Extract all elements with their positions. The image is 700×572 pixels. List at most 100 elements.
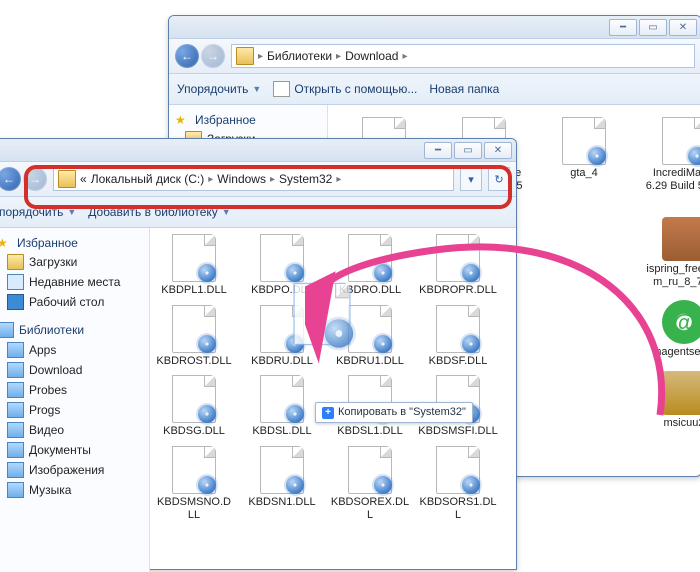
file-label: KBDSORS1.DLL bbox=[418, 496, 498, 521]
content-pane[interactable]: KBDPL1.DLLKBDPO.DLL KBDRO.DLL KBDROPR.DLL K… bbox=[150, 228, 516, 572]
toolbar-label: Добавить в библиотеку bbox=[88, 205, 218, 219]
file-item[interactable]: KBDRO.DLL bbox=[328, 232, 412, 299]
crumb[interactable]: Windows bbox=[217, 172, 266, 186]
add-to-library-button[interactable]: Добавить в библиотеку ▼ bbox=[88, 205, 230, 219]
back-button[interactable]: ← bbox=[0, 167, 21, 191]
file-label: KBDRO.DLL bbox=[339, 284, 401, 297]
chevron-right-icon: ▸ bbox=[402, 51, 407, 62]
breadcrumb[interactable]: ▸ Библиотеки ▸ Download ▸ bbox=[231, 44, 695, 68]
chevron-down-icon: ▼ bbox=[222, 207, 231, 217]
chevron-right-icon: ▸ bbox=[270, 174, 275, 185]
sidebar-label: Download bbox=[29, 363, 82, 377]
chevron-down-icon: ▼ bbox=[252, 84, 261, 94]
sidebar-label: Probes bbox=[29, 383, 67, 397]
sidebar-label: Недавние места bbox=[29, 275, 120, 289]
sidebar-label: Progs bbox=[29, 403, 60, 417]
nav-row: ← → « Локальный диск (C:) ▸ Windows ▸ Sy… bbox=[0, 162, 516, 197]
file-label: KBDSOREX.DLL bbox=[330, 496, 410, 521]
titlebar: ━ ▭ ✕ bbox=[169, 16, 700, 39]
star-icon: ★ bbox=[175, 113, 190, 127]
dll-icon bbox=[172, 446, 216, 494]
file-item[interactable]: ispring_free_cam_ru_8_7_0 bbox=[638, 215, 700, 290]
file-item[interactable]: KBDRU1.DLL bbox=[328, 303, 412, 370]
forward-button[interactable]: → bbox=[23, 167, 47, 191]
dll-icon bbox=[172, 375, 216, 423]
file-item[interactable]: magentsetup bbox=[638, 298, 700, 361]
close-button[interactable]: ✕ bbox=[669, 19, 697, 36]
file-item[interactable]: KBDROST.DLL bbox=[152, 303, 236, 370]
file-item[interactable]: KBDRU.DLL bbox=[240, 303, 324, 370]
file-item[interactable]: KBDSF.DLL bbox=[416, 303, 500, 370]
maximize-button[interactable]: ▭ bbox=[639, 19, 667, 36]
file-label: KBDSN1.DLL bbox=[248, 496, 315, 509]
dll-icon bbox=[260, 305, 304, 353]
file-label: KBDRU.DLL bbox=[251, 355, 313, 368]
sidebar-item[interactable]: Apps bbox=[0, 340, 145, 360]
dll-icon bbox=[436, 305, 480, 353]
crumb[interactable]: Локальный диск (C:) bbox=[91, 172, 205, 186]
library-icon bbox=[7, 362, 24, 378]
chevron-right-icon: ▸ bbox=[336, 174, 341, 185]
dll-icon bbox=[260, 234, 304, 282]
refresh-button[interactable]: ↻ bbox=[488, 167, 510, 191]
sidebar-item[interactable]: Изображения bbox=[0, 460, 145, 480]
library-icon bbox=[7, 402, 24, 418]
crumb[interactable]: System32 bbox=[279, 172, 332, 186]
dll-icon bbox=[260, 446, 304, 494]
organize-button[interactable]: порядочить ▼ bbox=[0, 205, 76, 219]
file-item[interactable]: KBDSG.DLL bbox=[152, 373, 236, 440]
breadcrumb[interactable]: « Локальный диск (C:) ▸ Windows ▸ System… bbox=[53, 167, 454, 191]
dll-icon bbox=[348, 446, 392, 494]
file-item[interactable]: KBDPO.DLL bbox=[240, 232, 324, 299]
file-label: KBDSL1.DLL bbox=[337, 425, 402, 438]
toolbar-label: порядочить bbox=[0, 205, 63, 219]
sidebar-item[interactable]: Progs bbox=[0, 400, 145, 420]
file-item[interactable]: KBDSOREX.DLL bbox=[328, 444, 412, 523]
back-button[interactable]: ← bbox=[175, 44, 199, 68]
sidebar-item[interactable]: Download bbox=[0, 360, 145, 380]
sidebar-item[interactable]: Видео bbox=[0, 420, 145, 440]
file-label: ispring_free_cam_ru_8_7_0 bbox=[644, 263, 700, 288]
sidebar-label: Избранное bbox=[17, 236, 78, 250]
sidebar-item-desktop[interactable]: Рабочий стол bbox=[0, 292, 145, 312]
minimize-button[interactable]: ━ bbox=[424, 142, 452, 159]
sidebar-item[interactable]: Документы bbox=[0, 440, 145, 460]
crumb[interactable]: Библиотеки bbox=[267, 49, 332, 63]
close-button[interactable]: ✕ bbox=[484, 142, 512, 159]
new-folder-button[interactable]: Новая папка bbox=[429, 82, 499, 96]
file-label: gta_4 bbox=[570, 167, 598, 180]
sidebar-favorites[interactable]: ★Избранное bbox=[0, 234, 145, 252]
sidebar-item-recent[interactable]: Недавние места bbox=[0, 272, 145, 292]
file-item[interactable]: KBDSL.DLL bbox=[240, 373, 324, 440]
file-item[interactable]: KBDROPR.DLL bbox=[416, 232, 500, 299]
sidebar-label: Рабочий стол bbox=[29, 295, 104, 309]
file-label: KBDROPR.DLL bbox=[419, 284, 497, 297]
chevron-right-icon: ▸ bbox=[336, 51, 341, 62]
library-icon bbox=[7, 382, 24, 398]
file-item[interactable]: IncrediMail 2 6.29 Build 5203 bbox=[638, 115, 700, 207]
sidebar-libraries[interactable]: Библиотеки bbox=[0, 320, 145, 340]
open-with-button[interactable]: Открыть с помощью... bbox=[273, 81, 417, 97]
app-icon bbox=[662, 371, 700, 415]
crumb[interactable]: Download bbox=[345, 49, 398, 63]
maximize-button[interactable]: ▭ bbox=[454, 142, 482, 159]
sidebar-label: Музыка bbox=[29, 483, 71, 497]
sidebar-label: Apps bbox=[29, 343, 56, 357]
file-item[interactable]: KBDSMSNO.DLL bbox=[152, 444, 236, 523]
file-item[interactable]: gta_4 bbox=[538, 115, 630, 207]
minimize-button[interactable]: ━ bbox=[609, 19, 637, 36]
file-item[interactable]: KBDSN1.DLL bbox=[240, 444, 324, 523]
organize-button[interactable]: Упорядочить ▼ bbox=[177, 82, 261, 96]
sidebar-item[interactable]: Probes bbox=[0, 380, 145, 400]
file-item[interactable]: KBDSORS1.DLL bbox=[416, 444, 500, 523]
sidebar-item-downloads[interactable]: Загрузки bbox=[0, 252, 145, 272]
file-item[interactable]: KBDPL1.DLL bbox=[152, 232, 236, 299]
forward-button[interactable]: → bbox=[201, 44, 225, 68]
history-dropdown[interactable]: ▾ bbox=[460, 167, 482, 191]
body: ★Избранное Загрузки Недавние места Рабоч… bbox=[0, 228, 516, 572]
file-item[interactable]: msicuu2 bbox=[638, 369, 700, 440]
sidebar-item[interactable]: Музыка bbox=[0, 480, 145, 500]
sidebar-label: Загрузки bbox=[29, 255, 77, 269]
sidebar-favorites[interactable]: ★ Избранное bbox=[173, 111, 323, 129]
chevron-right-icon: ▸ bbox=[208, 174, 213, 185]
